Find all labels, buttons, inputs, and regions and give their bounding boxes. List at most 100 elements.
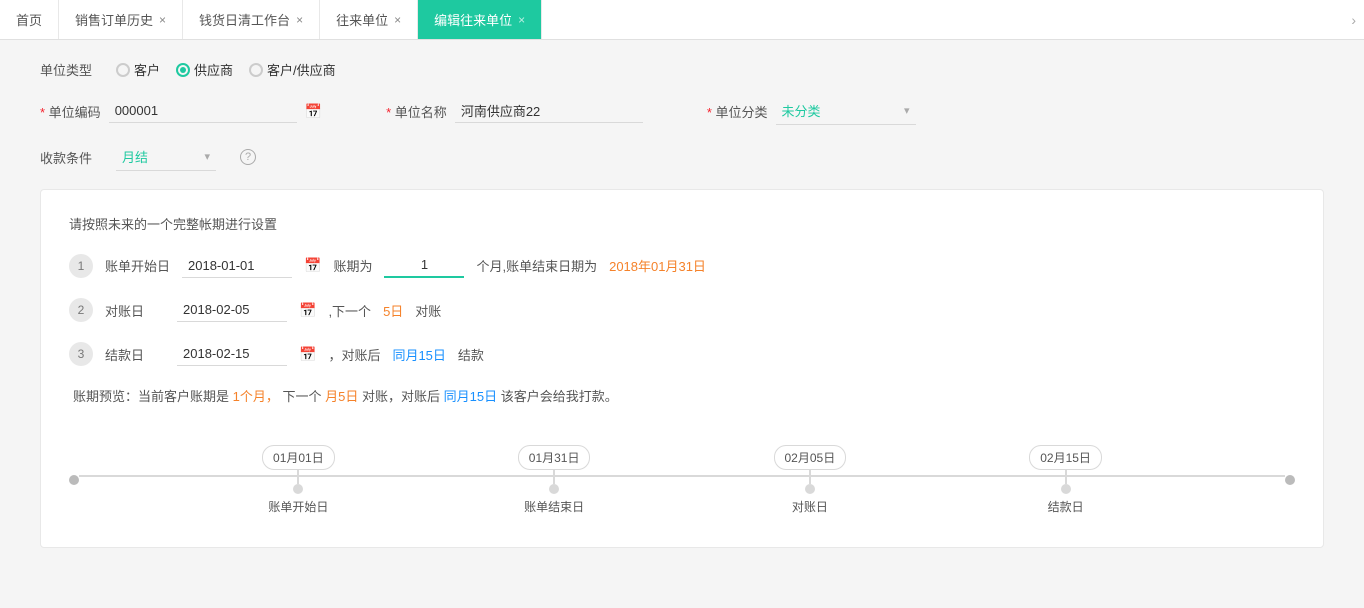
period-label-2: 对账日: [105, 301, 165, 320]
unit-info-row: 单位编码 📅 单位名称 单位分类 未分类 ▾: [40, 97, 1324, 125]
timeline-dot-4: [1061, 484, 1071, 494]
timeline: 01月01日 账单开始日 01月31日 账单结束日 02月05日: [69, 429, 1295, 523]
radio-both[interactable]: 客户/供应商: [249, 60, 336, 79]
period-row-3: 3 结款日 📅 ，对账后 同月15日 结款: [69, 342, 1295, 366]
timeline-pill-2: 01月31日: [518, 445, 591, 470]
timeline-start-dot: [69, 475, 79, 485]
timeline-label-3: 对账日: [792, 498, 828, 515]
timeline-connector-2: [553, 470, 555, 484]
radio-customer[interactable]: 客户: [116, 60, 160, 79]
period-date-input-1[interactable]: [182, 254, 292, 278]
payment-value: 月结: [122, 147, 200, 166]
tab-edit-partner-label: 编辑往来单位: [434, 10, 512, 29]
timeline-dot-3: [805, 484, 815, 494]
timeline-end-dot: [1285, 475, 1295, 485]
period-desc-prefix-1: 账期为: [333, 256, 372, 275]
unit-class-value: 未分类: [782, 101, 900, 120]
period-num-1: 1: [69, 254, 93, 278]
unit-code-input[interactable]: [109, 99, 297, 123]
unit-type-row: 单位类型 客户 供应商 客户/供应商: [40, 60, 1324, 79]
radio-customer-label: 客户: [134, 60, 160, 79]
preview-prefix: 账期预览：当前客户账期是: [73, 389, 229, 404]
tab-home-label: 首页: [16, 10, 42, 29]
timeline-node-2: 01月31日 账单结束日: [518, 445, 591, 515]
tab-partner[interactable]: 往来单位 ×: [320, 0, 418, 39]
timeline-dot-1: [293, 484, 303, 494]
period-row-2: 2 对账日 📅 ,下一个 5日 对账: [69, 298, 1295, 322]
period-section: 请按照未来的一个完整帐期进行设置 1 账单开始日 📅 账期为 个月,账单结束日期…: [40, 189, 1324, 548]
timeline-label-2: 账单结束日: [524, 498, 584, 515]
tab-cash-work[interactable]: 钱货日清工作台 ×: [183, 0, 320, 39]
period-desc-suffix-3: 结款: [458, 345, 484, 364]
tab-edit-partner[interactable]: 编辑往来单位 ×: [418, 0, 542, 39]
unit-class-field: 单位分类 未分类 ▾: [707, 97, 916, 125]
timeline-pill-1: 01月01日: [262, 445, 335, 470]
timeline-connector-4: [1065, 470, 1067, 484]
tab-sales-history-close[interactable]: ×: [159, 13, 166, 27]
period-date-input-3[interactable]: [177, 342, 287, 366]
unit-type-radio-group: 客户 供应商 客户/供应商: [116, 60, 336, 79]
timeline-connector-3: [809, 470, 811, 484]
payment-help-icon[interactable]: ?: [240, 149, 256, 165]
radio-supplier-label: 供应商: [194, 60, 233, 79]
period-highlight-2: 5日: [383, 301, 403, 320]
period-cal-icon-3[interactable]: 📅: [299, 346, 316, 363]
unit-name-label: 单位名称: [386, 102, 447, 121]
tab-cash-work-label: 钱货日清工作台: [199, 10, 290, 29]
tab-edit-partner-close[interactable]: ×: [518, 13, 525, 27]
timeline-connector-1: [297, 470, 299, 484]
preview-highlight-2: 月5日: [325, 389, 358, 404]
tab-sales-history[interactable]: 销售订单历史 ×: [59, 0, 183, 39]
unit-type-label: 单位类型: [40, 60, 92, 79]
unit-name-field: 单位名称: [386, 99, 643, 123]
period-desc-prefix-2: ,下一个: [328, 301, 371, 320]
tab-partner-label: 往来单位: [336, 10, 388, 29]
tab-partner-close[interactable]: ×: [394, 13, 401, 27]
payment-label: 收款条件: [40, 148, 92, 167]
timeline-points: 01月01日 账单开始日 01月31日 账单结束日 02月05日: [69, 445, 1295, 515]
tabs-more-arrow[interactable]: ›: [1343, 0, 1364, 39]
tab-cash-work-close[interactable]: ×: [296, 13, 303, 27]
period-cal-icon-1[interactable]: 📅: [304, 257, 321, 274]
page-content: 单位类型 客户 供应商 客户/供应商 单位编码 📅 单位名称: [0, 40, 1364, 608]
radio-both-circle: [249, 63, 263, 77]
period-date-input-2[interactable]: [177, 298, 287, 322]
tabs-bar: 首页 销售订单历史 × 钱货日清工作台 × 往来单位 × 编辑往来单位 × ›: [0, 0, 1364, 40]
timeline-label-4: 结款日: [1048, 498, 1084, 515]
preview-suffix: 该客户会给我打款。: [501, 389, 618, 404]
unit-code-field: 单位编码 📅: [40, 99, 322, 123]
payment-row: 收款条件 月结 ▾ ?: [40, 143, 1324, 171]
period-number-input[interactable]: [384, 253, 464, 278]
payment-arrow-icon: ▾: [204, 150, 210, 163]
unit-code-label: 单位编码: [40, 102, 101, 121]
radio-supplier[interactable]: 供应商: [176, 60, 233, 79]
period-label-1: 账单开始日: [105, 256, 170, 275]
period-cal-icon-2[interactable]: 📅: [299, 302, 316, 319]
unit-class-select[interactable]: 未分类 ▾: [776, 97, 916, 125]
radio-supplier-circle: [176, 63, 190, 77]
preview-middle2: 对账，对账后: [362, 389, 440, 404]
timeline-node-1: 01月01日 账单开始日: [262, 445, 335, 515]
payment-select[interactable]: 月结 ▾: [116, 143, 216, 171]
unit-code-icon[interactable]: 📅: [305, 103, 322, 120]
period-num-2: 2: [69, 298, 93, 322]
unit-name-input[interactable]: [455, 99, 643, 123]
radio-both-label: 客户/供应商: [267, 60, 336, 79]
period-desc-suffix-1: 个月,账单结束日期为: [476, 256, 597, 275]
preview-text: 账期预览：当前客户账期是 1个月， 下一个 月5日 对账，对账后 同月15日 该…: [69, 386, 1295, 405]
timeline-pill-3: 02月05日: [774, 445, 847, 470]
period-label-3: 结款日: [105, 345, 165, 364]
timeline-node-4: 02月15日 结款日: [1029, 445, 1102, 515]
period-row-1: 1 账单开始日 📅 账期为 个月,账单结束日期为 2018年01月31日: [69, 253, 1295, 278]
radio-customer-circle: [116, 63, 130, 77]
preview-highlight-3: 同月15日: [444, 389, 497, 404]
tab-home[interactable]: 首页: [0, 0, 59, 39]
tab-sales-history-label: 销售订单历史: [75, 10, 153, 29]
period-highlight-1: 2018年01月31日: [609, 256, 706, 275]
period-highlight-3: 同月15日: [392, 345, 445, 364]
unit-class-label: 单位分类: [707, 102, 768, 121]
preview-highlight-1: 1个月，: [233, 389, 279, 404]
preview-middle: 下一个: [283, 389, 322, 404]
unit-class-arrow-icon: ▾: [904, 104, 910, 117]
period-desc-prefix-3: ，对账后: [328, 345, 380, 364]
